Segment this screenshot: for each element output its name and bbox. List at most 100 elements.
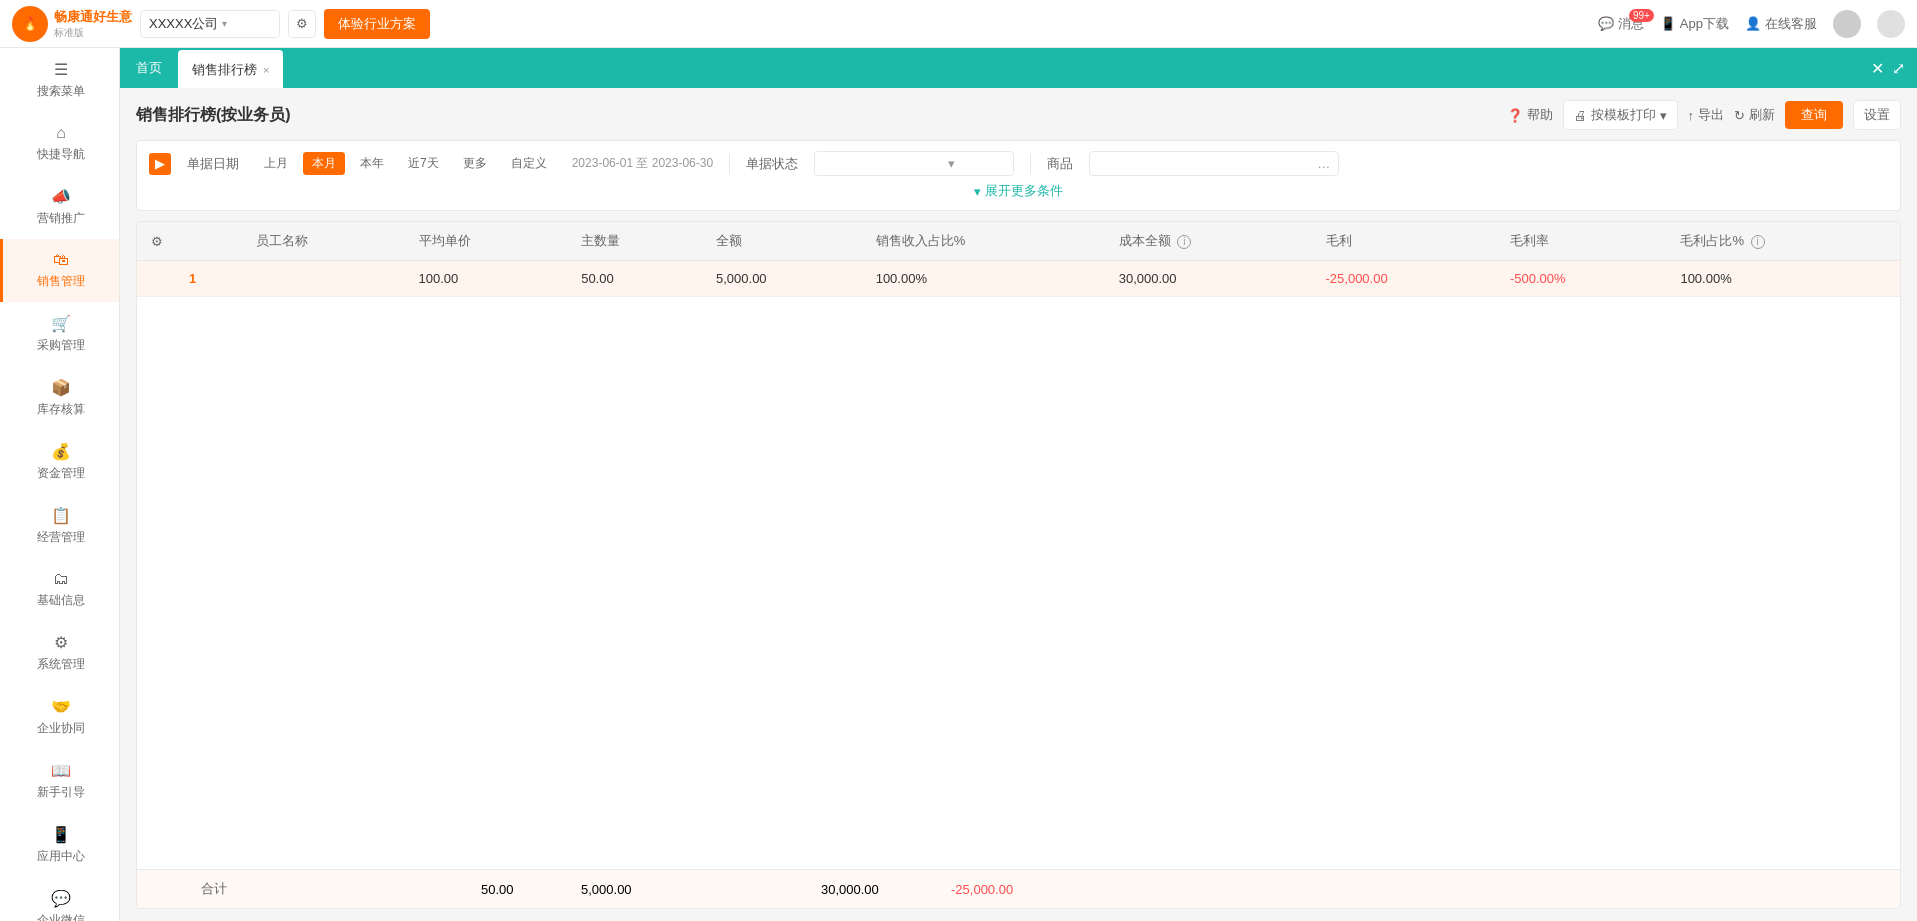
td-profit-pct: 100.00% (1668, 261, 1900, 297)
sidebar-label-search: 搜索菜单 (37, 83, 85, 100)
marketing-icon: 📣 (51, 187, 71, 206)
sidebar-item-sales[interactable]: 🛍 销售管理 (0, 239, 119, 302)
sidebar-item-enterprise-collab[interactable]: 🤝 企业协同 (0, 685, 119, 749)
table-wrapper: ⚙ 员工名称 平均单价 主数量 全额 销售收入占比% 成本全额 i 毛利 毛利率 (137, 222, 1900, 869)
cost-info-icon[interactable]: i (1177, 235, 1191, 249)
td-settings (137, 261, 177, 297)
main-layout: ☰ 搜索菜单 ⌂ 快捷导航 📣 营销推广 🛍 销售管理 🛒 采购管理 📦 库存核… (0, 48, 1917, 921)
sidebar-item-quick-nav[interactable]: ⌂ 快捷导航 (0, 112, 119, 175)
th-employee: 员工名称 (244, 222, 407, 261)
guide-icon: 📖 (51, 761, 71, 780)
more-dots[interactable]: … (1317, 156, 1330, 171)
app-download-button[interactable]: 📱 App下载 (1660, 15, 1729, 33)
app-center-icon: 📱 (51, 825, 71, 844)
th-sales-pct: 销售收入占比% (864, 222, 1107, 261)
query-button[interactable]: 查询 (1785, 101, 1843, 129)
table-section: ⚙ 员工名称 平均单价 主数量 全额 销售收入占比% 成本全额 i 毛利 毛利率 (136, 221, 1901, 909)
td-qty: 50.00 (569, 261, 704, 297)
refresh-icon: ↻ (1734, 108, 1745, 123)
date-btn-this-month[interactable]: 本月 (303, 152, 345, 175)
enterprise-collab-icon: 🤝 (51, 697, 71, 716)
td-sales-pct: 100.00% (864, 261, 1107, 297)
trial-button[interactable]: 体验行业方案 (324, 9, 430, 39)
profit-pct-info-icon[interactable]: i (1751, 235, 1765, 249)
th-profit: 毛利 (1314, 222, 1498, 261)
sidebar-item-inventory[interactable]: 📦 库存核算 (0, 366, 119, 430)
app-label: App下载 (1680, 15, 1729, 33)
date-btn-this-year[interactable]: 本年 (351, 152, 393, 175)
sidebar-item-marketing[interactable]: 📣 营销推广 (0, 175, 119, 239)
footer-amount: 5,000.00 (569, 882, 689, 897)
status-select[interactable]: ▾ (814, 151, 1014, 176)
table-footer: 合计 50.00 5,000.00 30,000.00 -25,000.00 (137, 869, 1900, 908)
settings-button[interactable]: 设置 (1853, 100, 1901, 130)
td-profit-rate: -500.00% (1498, 261, 1668, 297)
th-profit-pct: 毛利占比% i (1668, 222, 1900, 261)
logo-area: 🔥 畅康通好生意 标准版 (12, 6, 132, 42)
avatar-extra[interactable] (1877, 10, 1905, 38)
tab-home[interactable]: 首页 (120, 48, 178, 88)
th-qty: 主数量 (569, 222, 704, 261)
help-button[interactable]: ❓ 帮助 (1507, 106, 1553, 124)
company-selector[interactable]: XXXXX公司 ▾ (140, 10, 280, 38)
message-button[interactable]: 💬 消息 99+ (1598, 15, 1644, 33)
td-cost: 30,000.00 (1107, 261, 1314, 297)
sidebar-item-app-center[interactable]: 📱 应用中心 (0, 813, 119, 877)
th-rank (177, 222, 244, 261)
system-icon: ⚙ (54, 633, 68, 652)
td-rank: 1 (177, 261, 244, 297)
print-icon: 🖨 (1574, 108, 1587, 123)
date-range: 2023-06-01 至 2023-06-30 (572, 155, 713, 172)
sidebar-item-purchase[interactable]: 🛒 采购管理 (0, 302, 119, 366)
sidebar-item-system[interactable]: ⚙ 系统管理 (0, 621, 119, 685)
filter-divider-2 (1030, 154, 1031, 174)
th-settings[interactable]: ⚙ (137, 222, 177, 261)
avatar[interactable] (1833, 10, 1861, 38)
export-icon: ↑ (1688, 108, 1695, 123)
tab-close-icon[interactable]: × (263, 64, 269, 76)
sidebar-item-finance[interactable]: 💰 资金管理 (0, 430, 119, 494)
sidebar-item-guide[interactable]: 📖 新手引导 (0, 749, 119, 813)
date-btn-more[interactable]: 更多 (454, 152, 496, 175)
tab-expand-icon[interactable]: ⤢ (1892, 59, 1905, 78)
filter-divider-1 (729, 154, 730, 174)
date-btn-7days[interactable]: 近7天 (399, 152, 448, 175)
print-button[interactable]: 🖨 按模板打印 ▾ (1563, 100, 1678, 130)
content-area: 首页 销售排行榜 × ✕ ⤢ 销售排行榜(按业务员) ❓ 帮助 (120, 48, 1917, 921)
goods-label: 商品 (1047, 155, 1073, 173)
sidebar-item-business[interactable]: 📋 经营管理 (0, 494, 119, 558)
th-profit-rate: 毛利率 (1498, 222, 1668, 261)
quick-nav-icon: ⌂ (56, 124, 66, 142)
gear-button[interactable]: ⚙ (288, 10, 316, 38)
td-profit: -25,000.00 (1314, 261, 1498, 297)
basic-info-icon: 🗂 (53, 570, 69, 588)
td-avg-price: 100.00 (407, 261, 570, 297)
date-btn-custom[interactable]: 自定义 (502, 152, 556, 175)
th-amount: 全额 (704, 222, 864, 261)
tab-close-all-icon[interactable]: ✕ (1871, 59, 1884, 78)
export-button[interactable]: ↑ 导出 (1688, 106, 1725, 124)
page-title: 销售排行榜(按业务员) (136, 105, 291, 126)
goods-input[interactable]: … (1089, 151, 1339, 176)
service-label: 在线客服 (1765, 15, 1817, 33)
tab-sales-ranking[interactable]: 销售排行榜 × (178, 50, 283, 90)
date-btn-last-month[interactable]: 上月 (255, 152, 297, 175)
service-icon: 👤 (1745, 16, 1761, 31)
sidebar-item-wechat[interactable]: 💬 企业微信 (0, 877, 119, 921)
td-employee (244, 261, 407, 297)
status-chevron-icon: ▾ (948, 156, 1005, 171)
footer-qty: 50.00 (469, 882, 569, 897)
sidebar-item-basic-info[interactable]: 🗂 基础信息 (0, 558, 119, 621)
purchase-icon: 🛒 (51, 314, 71, 333)
data-table: ⚙ 员工名称 平均单价 主数量 全额 销售收入占比% 成本全额 i 毛利 毛利率 (137, 222, 1900, 297)
top-right: 💬 消息 99+ 📱 App下载 👤 在线客服 (1598, 10, 1905, 38)
filter-expand-icon[interactable]: ▶ (149, 153, 171, 175)
logo-title: 畅康通好生意 (54, 8, 132, 26)
expand-conditions-button[interactable]: ▾ 展开更多条件 (974, 182, 1063, 200)
footer-label: 合计 (149, 880, 369, 898)
print-chevron-icon: ▾ (1660, 108, 1667, 123)
table-header: ⚙ 员工名称 平均单价 主数量 全额 销售收入占比% 成本全额 i 毛利 毛利率 (137, 222, 1900, 261)
online-service-button[interactable]: 👤 在线客服 (1745, 15, 1817, 33)
refresh-button[interactable]: ↻ 刷新 (1734, 106, 1775, 124)
sidebar-item-search-order[interactable]: ☰ 搜索菜单 (0, 48, 119, 112)
